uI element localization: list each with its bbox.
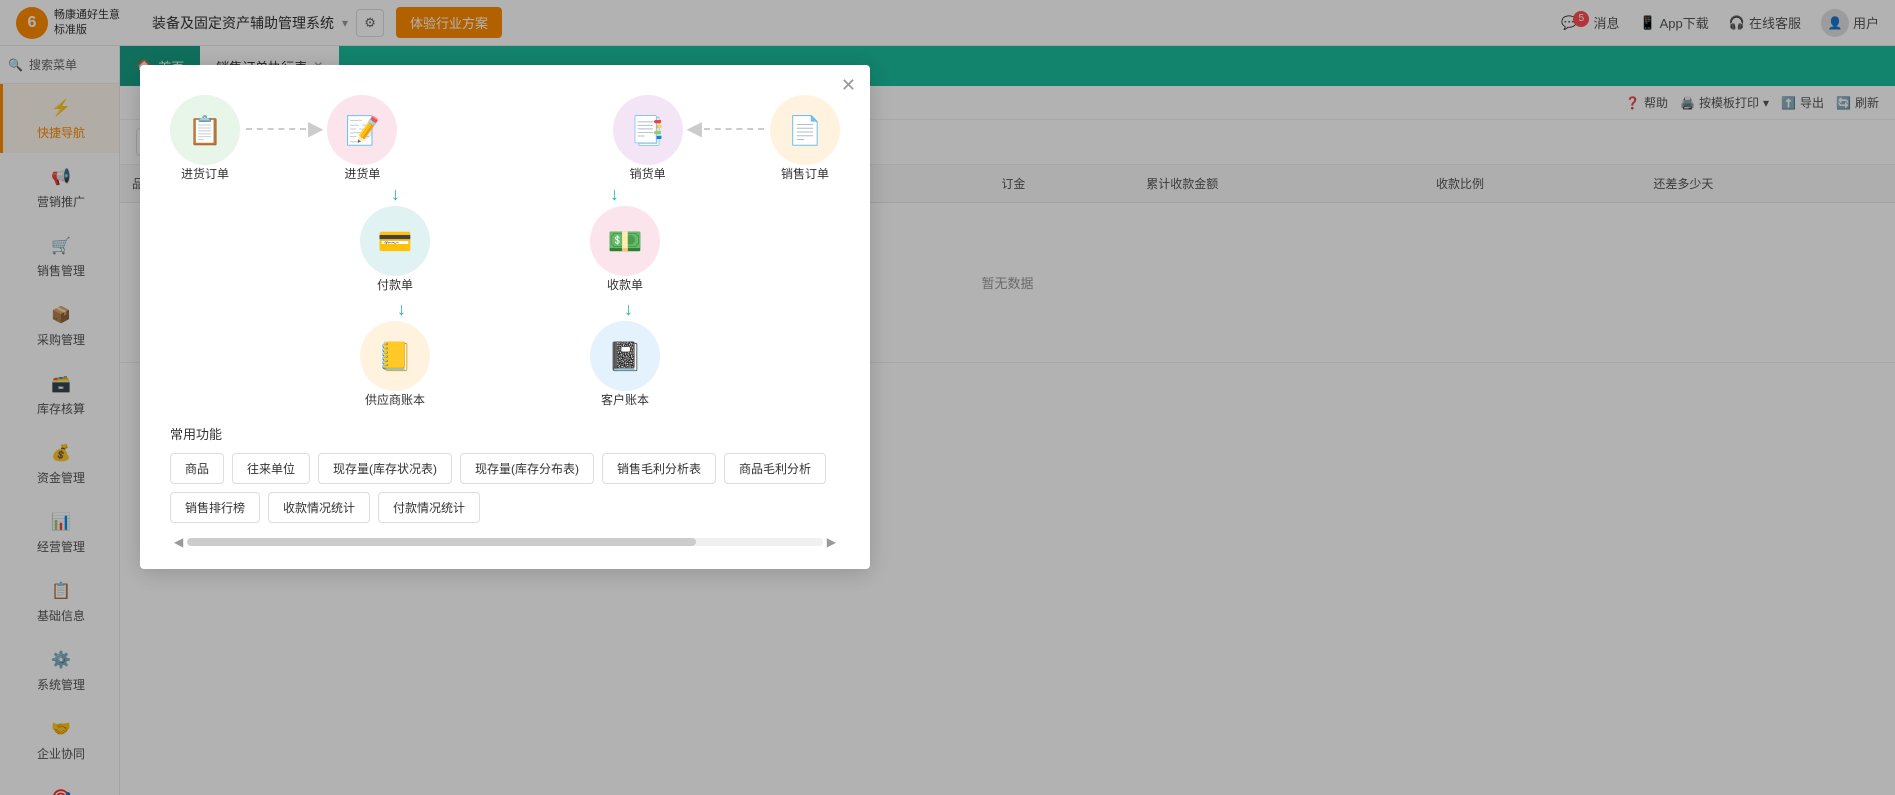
customer-account-icon[interactable]: 📓 (590, 321, 660, 391)
common-functions-buttons-row2: 销售排行榜 收款情况统计 付款情况统计 (170, 492, 840, 523)
cf-btn-receipt-stats[interactable]: 收款情况统计 (268, 492, 370, 523)
common-functions: 常用功能 商品 往来单位 现存量(库存状况表) 现存量(库存分布表) 销售毛利分… (170, 424, 840, 523)
modal-close-button[interactable]: ✕ (841, 75, 856, 96)
sales-order-icon[interactable]: 📄 (770, 95, 840, 165)
sales-bill-node: 📑 销货单 (613, 95, 683, 182)
customer-account-node: 📓 客户账本 (590, 321, 660, 408)
payment-bill-icon[interactable]: 💳 (360, 206, 430, 276)
cf-btn-stock-dist[interactable]: 现存量(库存分布表) (460, 453, 594, 484)
sales-order-node: 📄 销售订单 (770, 95, 840, 182)
supplier-account-node: 📒 供应商账本 (360, 321, 430, 408)
scroll-right-arrow[interactable]: ▶ (823, 535, 840, 549)
receipt-bill-node: 💵 收款单 (590, 206, 660, 293)
scroll-track[interactable] (187, 538, 823, 546)
purchase-order-node: 📋 进货订单 (170, 95, 240, 182)
arrow-down-receipt: ↓ (624, 299, 633, 319)
cf-btn-partner[interactable]: 往来单位 (232, 453, 310, 484)
cf-btn-sales-ranking[interactable]: 销售排行榜 (170, 492, 260, 523)
cf-btn-product[interactable]: 商品 (170, 453, 224, 484)
purchase-bill-node: 📝 进货单 (327, 95, 397, 182)
purchase-bill-icon[interactable]: 📝 (327, 95, 397, 165)
receipt-bill-icon[interactable]: 💵 (590, 206, 660, 276)
arrow-down-sales: ↓ (610, 184, 619, 204)
arrow-down-purchase: ↓ (391, 184, 400, 204)
supplier-account-icon[interactable]: 📒 (360, 321, 430, 391)
scroll-left-arrow[interactable]: ◀ (170, 535, 187, 549)
payment-bill-node: 💳 付款单 (360, 206, 430, 293)
modal-box: ✕ 📋 进货订单 ▶ (140, 65, 870, 569)
cf-btn-payment-stats[interactable]: 付款情况统计 (378, 492, 480, 523)
purchase-order-icon[interactable]: 📋 (170, 95, 240, 165)
modal-scroll: ◀ ▶ (170, 535, 840, 549)
cf-btn-product-profit[interactable]: 商品毛利分析 (724, 453, 826, 484)
flow-diagram: 📋 进货订单 ▶ 📝 进货单 (170, 95, 840, 408)
arrow-down-payment: ↓ (397, 299, 406, 319)
sales-bill-icon[interactable]: 📑 (613, 95, 683, 165)
modal-overlay[interactable]: ✕ 📋 进货订单 ▶ (0, 0, 1895, 795)
cf-btn-sales-profit[interactable]: 销售毛利分析表 (602, 453, 716, 484)
scroll-thumb (187, 538, 695, 546)
common-functions-title: 常用功能 (170, 424, 840, 443)
cf-btn-stock-status[interactable]: 现存量(库存状况表) (318, 453, 452, 484)
common-functions-buttons: 商品 往来单位 现存量(库存状况表) 现存量(库存分布表) 销售毛利分析表 商品… (170, 453, 840, 484)
